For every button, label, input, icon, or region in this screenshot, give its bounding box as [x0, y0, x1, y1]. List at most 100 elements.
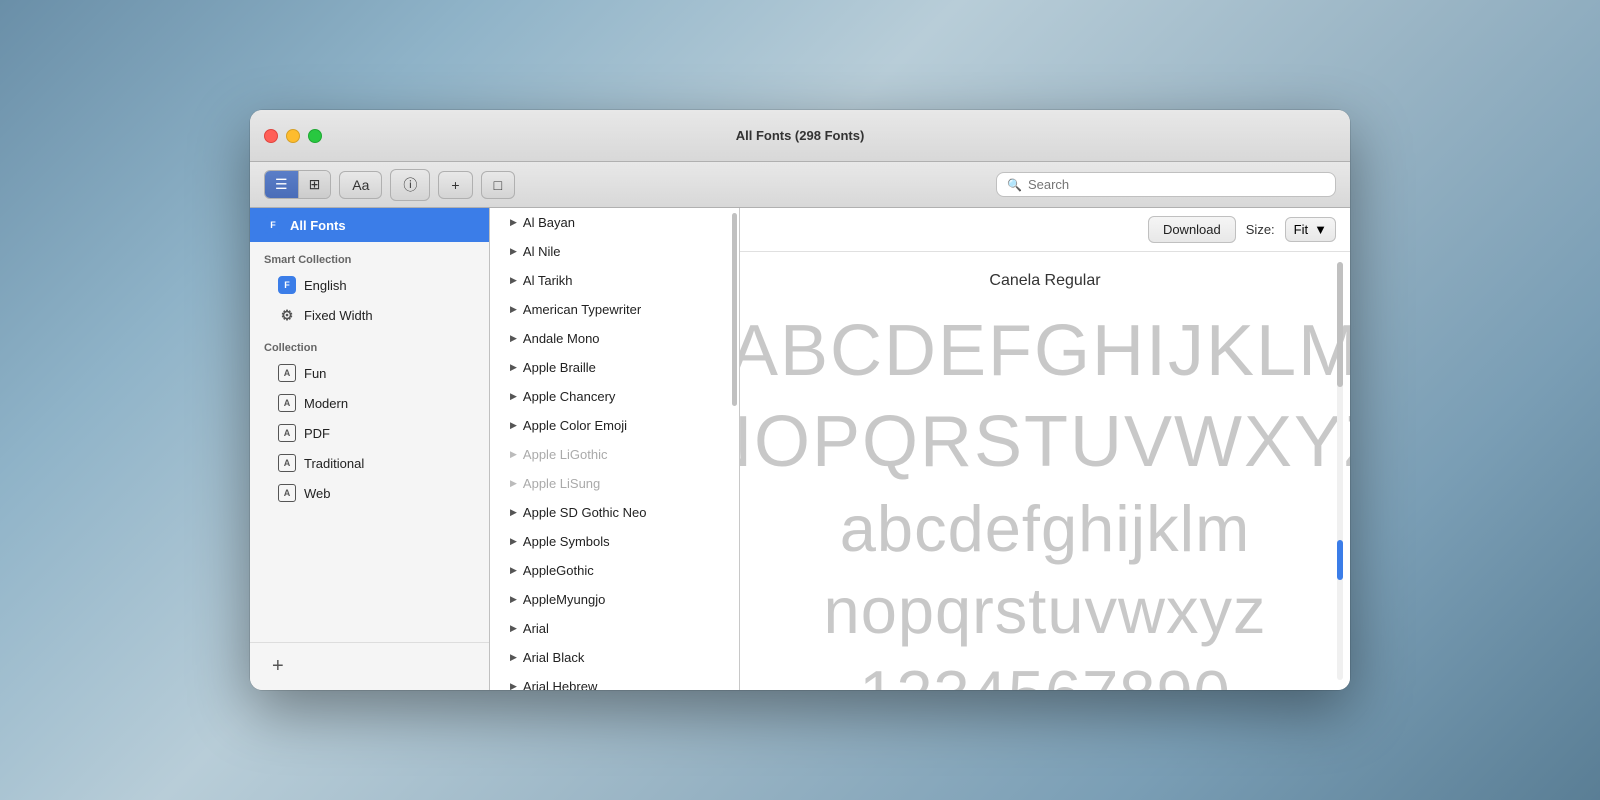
font-name-label: Arial Hebrew — [523, 679, 597, 690]
list-view-button[interactable]: ☰ — [265, 171, 298, 198]
font-list-item[interactable]: ▶ Al Bayan — [490, 208, 739, 237]
sidebar-item-english[interactable]: F English — [250, 270, 489, 300]
window-title: All Fonts (298 Fonts) — [736, 128, 865, 143]
font-arrow-icon: ▶ — [510, 623, 517, 634]
font-arrow-icon: ▶ — [510, 594, 517, 605]
traditional-icon: A — [278, 454, 296, 472]
font-list-item[interactable]: ▶Apple SD Gothic Neo — [490, 498, 739, 527]
font-arrow-icon: ▶ — [510, 333, 517, 344]
main-content: F All Fonts Smart Collection F English ⚙… — [250, 208, 1350, 690]
minimize-button[interactable] — [286, 129, 300, 143]
add-collection-button[interactable]: + — [438, 171, 472, 199]
font-arrow-icon: ▶ — [510, 652, 517, 663]
preview-line5: 1234567890 — [859, 657, 1231, 690]
preview-line1: ABCDEFGHIJKLM — [740, 310, 1350, 393]
sidebar-item-fun[interactable]: A Fun — [250, 358, 489, 388]
traditional-label: Traditional — [304, 456, 364, 471]
web-icon: A — [278, 484, 296, 502]
font-list-item[interactable]: ▶ Apple Color Emoji — [490, 411, 739, 440]
font-arrow-icon: ▶ — [510, 449, 517, 460]
font-arrow-icon: ▶ — [510, 217, 517, 228]
all-fonts-label: All Fonts — [290, 218, 346, 233]
sidebar-item-fixed-width[interactable]: ⚙ Fixed Width — [250, 300, 489, 330]
font-name-label: AppleMyungjo — [523, 592, 605, 607]
sidebar-item-web[interactable]: A Web — [250, 478, 489, 508]
font-list-item[interactable]: ▶ American Typewriter — [490, 295, 739, 324]
size-value: Fit — [1294, 222, 1308, 237]
font-arrow-icon: ▶ — [510, 681, 517, 690]
font-list-item[interactable]: ▶ Apple Chancery — [490, 382, 739, 411]
scrollbar-thumb-blue[interactable] — [1337, 540, 1343, 580]
grid-view-button[interactable]: ⊞ — [298, 171, 331, 198]
font-list-scrollbar — [732, 208, 737, 690]
sidebar-item-traditional[interactable]: A Traditional — [250, 448, 489, 478]
font-list-item[interactable]: ▶ Apple Symbols — [490, 527, 739, 556]
font-arrow-icon: ▶ — [510, 420, 517, 431]
font-name-label: Apple Chancery — [523, 389, 616, 404]
fun-icon: A — [278, 364, 296, 382]
fixed-width-label: Fixed Width — [304, 308, 373, 323]
english-icon: F — [278, 276, 296, 294]
font-name-label: Arial Black — [523, 650, 584, 665]
scrollbar-thumb-top — [1337, 262, 1343, 387]
toolbar: ☰ ⊞ Aa ⓘ + □ 🔍 — [250, 162, 1350, 208]
add-collection-btn[interactable]: + — [264, 651, 292, 682]
close-button[interactable] — [264, 129, 278, 143]
maximize-button[interactable] — [308, 129, 322, 143]
sidebar-item-pdf[interactable]: A PDF — [250, 418, 489, 448]
font-list-item[interactable]: ▶ Al Tarikh — [490, 266, 739, 295]
font-list-item[interactable]: ▶ Arial Black — [490, 643, 739, 672]
sidebar-item-modern[interactable]: A Modern — [250, 388, 489, 418]
font-list-item[interactable]: ▶Al Nile — [490, 237, 739, 266]
font-arrow-icon: ▶ — [510, 304, 517, 315]
modern-label: Modern — [304, 396, 348, 411]
scrollbar-track — [1337, 262, 1343, 680]
font-list-item[interactable]: ▶ Arial Hebrew — [490, 672, 739, 690]
font-list-item[interactable]: ▶ AppleMyungjo — [490, 585, 739, 614]
font-list: ▶Al Bayan▶Al Nile▶Al Tarikh▶American Typ… — [490, 208, 740, 690]
preview-box-button[interactable]: □ — [481, 171, 515, 199]
font-name-label: American Typewriter — [523, 302, 641, 317]
search-input[interactable] — [1028, 177, 1325, 192]
font-arrow-icon: ▶ — [510, 275, 517, 286]
font-book-window: All Fonts (298 Fonts) ☰ ⊞ Aa ⓘ + □ 🔍 F A… — [250, 110, 1350, 690]
font-arrow-icon: ▶ — [510, 478, 517, 489]
font-name-label: Apple Color Emoji — [523, 418, 627, 433]
font-name-label: Andale Mono — [523, 331, 600, 346]
preview-line2: NOPQRSTUVWXYZ — [740, 401, 1350, 484]
size-select[interactable]: Fit ▼ — [1285, 217, 1336, 242]
info-button[interactable]: ⓘ — [390, 169, 430, 201]
modern-icon: A — [278, 394, 296, 412]
collection-label: Collection — [250, 330, 489, 358]
all-fonts-icon: F — [264, 216, 282, 234]
size-label: Size: — [1246, 222, 1275, 237]
font-name-label: Apple LiGothic — [523, 447, 608, 462]
font-list-item[interactable]: ▶AppleGothic — [490, 556, 739, 585]
font-list-item[interactable]: ▶ Andale Mono — [490, 324, 739, 353]
font-list-item[interactable]: ▶ Apple LiGothic — [490, 440, 739, 469]
preview-content: Canela Regular ABCDEFGHIJKLM NOPQRSTUVWX… — [740, 252, 1350, 690]
font-list-item[interactable]: ▶ Arial — [490, 614, 739, 643]
font-name-label: Al Nile — [523, 244, 561, 259]
font-name-label: Al Bayan — [523, 215, 575, 230]
font-name-label: Apple LiSung — [523, 476, 600, 491]
font-name-label: Arial — [523, 621, 549, 636]
font-list-item[interactable]: ▶ Apple LiSung — [490, 469, 739, 498]
english-label: English — [304, 278, 347, 293]
font-name-label: Al Tarikh — [523, 273, 573, 288]
sidebar: F All Fonts Smart Collection F English ⚙… — [250, 208, 490, 690]
preview-font-name: Canela Regular — [989, 272, 1100, 290]
font-arrow-icon: ▶ — [510, 536, 517, 547]
chevron-down-icon: ▼ — [1314, 222, 1327, 237]
traffic-lights — [264, 129, 322, 143]
font-preview-button[interactable]: Aa — [339, 171, 382, 199]
download-button[interactable]: Download — [1148, 216, 1236, 243]
font-arrow-icon: ▶ — [510, 362, 517, 373]
font-name-label: Apple Symbols — [523, 534, 610, 549]
font-list-item[interactable]: ▶Apple Braille — [490, 353, 739, 382]
font-name-label: AppleGothic — [523, 563, 594, 578]
sidebar-item-all-fonts[interactable]: F All Fonts — [250, 208, 489, 242]
font-arrow-icon: ▶ — [510, 391, 517, 402]
web-label: Web — [304, 486, 331, 501]
view-toggle-group: ☰ ⊞ — [264, 170, 331, 199]
